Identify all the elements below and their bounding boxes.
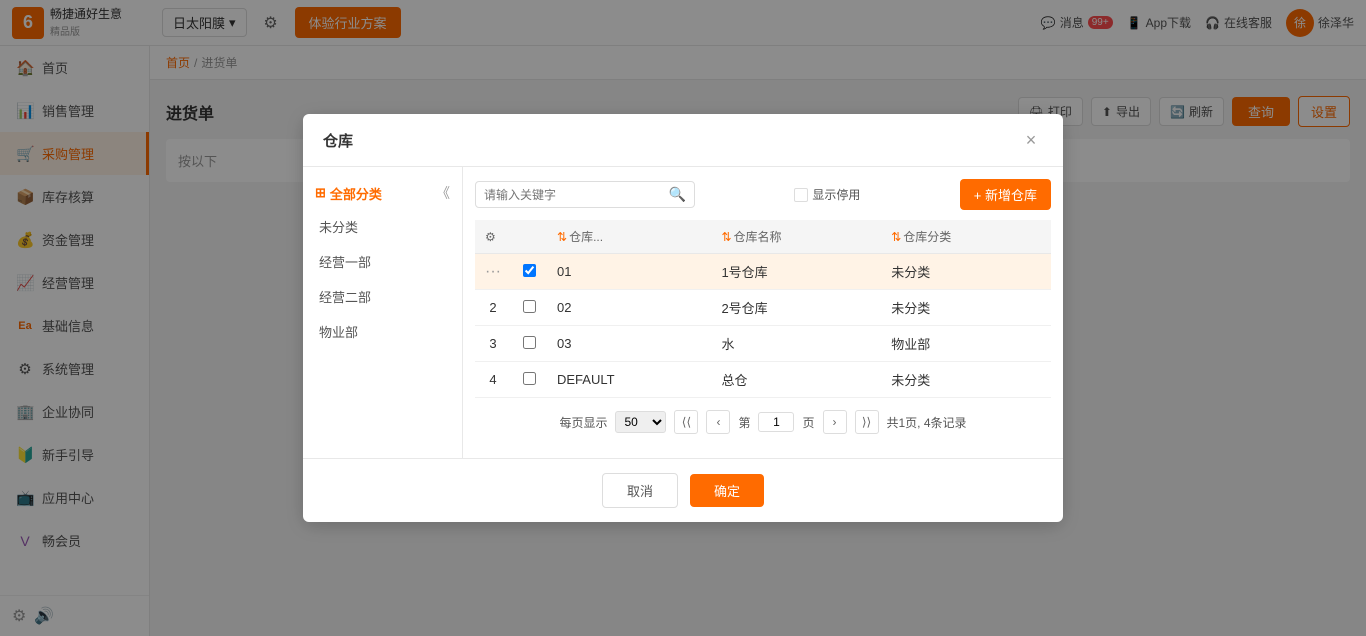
search-box: 🔍 <box>475 181 695 208</box>
category-operation2[interactable]: 经营二部 <box>303 279 462 314</box>
category-all-label: 全部分类 <box>330 184 382 203</box>
row-category: 物业部 <box>881 326 1051 362</box>
first-page-button[interactable]: ⟨⟨ <box>674 410 698 434</box>
row-category: 未分类 <box>881 362 1051 398</box>
category-panel: ⊞ 全部分类 《 未分类 经营一部 经营二部 物业部 <box>303 167 463 458</box>
collapse-button[interactable]: 《 <box>436 183 450 203</box>
row-name: 水 <box>711 326 881 362</box>
search-input[interactable] <box>484 188 669 202</box>
sort-code-icon: ⇅ <box>557 230 567 244</box>
next-page-button[interactable]: › <box>823 410 847 434</box>
table-row[interactable]: 3 03 水 物业部 <box>475 326 1051 362</box>
more-button[interactable]: ··· <box>485 263 501 281</box>
search-icon: 🔍 <box>669 186 686 203</box>
row-checkbox-cell <box>511 326 547 362</box>
row-checkbox[interactable] <box>523 372 536 385</box>
row-code: 02 <box>547 290 711 326</box>
page-suffix: 页 <box>802 414 814 431</box>
prev-page-button[interactable]: ‹ <box>706 410 730 434</box>
warehouse-modal: 仓库 × ⊞ 全部分类 《 未分类 经营一部 经营二部 物业部 <box>303 114 1063 522</box>
table-row[interactable]: 2 02 2号仓库 未分类 <box>475 290 1051 326</box>
category-unclassified[interactable]: 未分类 <box>303 209 462 244</box>
th-settings: ⚙ <box>475 220 511 254</box>
sort-category-icon: ⇅ <box>891 230 901 244</box>
pagination: 每页显示 50 100 ⟨⟨ ‹ 第 页 › ⟩⟩ 共1页, 4条记录 <box>475 398 1051 446</box>
th-name: ⇅仓库名称 <box>711 220 881 254</box>
row-num: 2 <box>475 290 511 326</box>
row-checkbox[interactable] <box>523 336 536 349</box>
table-toolbar: 🔍 显示停用 + 新增仓库 <box>475 179 1051 210</box>
show-disabled-text: 显示停用 <box>812 186 860 203</box>
row-code: 03 <box>547 326 711 362</box>
add-warehouse-button[interactable]: + 新增仓库 <box>960 179 1051 210</box>
modal-header: 仓库 × <box>303 114 1063 167</box>
row-code: 01 <box>547 254 711 290</box>
modal-close-button[interactable]: × <box>1019 128 1043 152</box>
confirm-button[interactable]: 确定 <box>690 474 764 507</box>
page-size-label: 每页显示 <box>559 414 607 431</box>
row-name: 总仓 <box>711 362 881 398</box>
row-num: 3 <box>475 326 511 362</box>
grid-icon: ⊞ <box>315 185 326 201</box>
category-all[interactable]: ⊞ 全部分类 《 <box>303 177 462 209</box>
row-checkbox[interactable] <box>523 264 536 277</box>
total-label: 共1页, 4条记录 <box>887 414 967 431</box>
row-category: 未分类 <box>881 254 1051 290</box>
settings-gear-icon: ⚙ <box>485 230 496 244</box>
modal-overlay: 仓库 × ⊞ 全部分类 《 未分类 经营一部 经营二部 物业部 <box>0 0 1366 636</box>
page-number-input[interactable] <box>758 412 794 432</box>
modal-body: ⊞ 全部分类 《 未分类 经营一部 经营二部 物业部 🔍 <box>303 167 1063 458</box>
th-checkbox <box>511 220 547 254</box>
table-panel: 🔍 显示停用 + 新增仓库 ⚙ <box>463 167 1063 458</box>
row-name: 1号仓库 <box>711 254 881 290</box>
row-code: DEFAULT <box>547 362 711 398</box>
th-code: ⇅仓库... <box>547 220 711 254</box>
warehouse-table: ⚙ ⇅仓库... ⇅仓库名称 ⇅仓库分类 <box>475 220 1051 398</box>
modal-footer: 取消 确定 <box>303 458 1063 522</box>
row-num: ··· <box>475 254 511 290</box>
row-checkbox-cell <box>511 362 547 398</box>
cancel-button[interactable]: 取消 <box>602 473 678 508</box>
category-property[interactable]: 物业部 <box>303 314 462 349</box>
last-page-button[interactable]: ⟩⟩ <box>855 410 879 434</box>
th-category: ⇅仓库分类 <box>881 220 1051 254</box>
row-checkbox[interactable] <box>523 300 536 313</box>
modal-title: 仓库 <box>323 130 353 151</box>
table-row[interactable]: ··· 01 1号仓库 未分类 <box>475 254 1051 290</box>
page-label: 第 <box>738 414 750 431</box>
row-checkbox-cell <box>511 290 547 326</box>
show-disabled-label[interactable]: 显示停用 <box>794 186 860 203</box>
row-category: 未分类 <box>881 290 1051 326</box>
row-checkbox-cell <box>511 254 547 290</box>
row-name: 2号仓库 <box>711 290 881 326</box>
page-size-select[interactable]: 50 100 <box>615 411 666 433</box>
category-operation1[interactable]: 经营一部 <box>303 244 462 279</box>
checkbox-custom <box>794 188 808 202</box>
sort-name-icon: ⇅ <box>721 230 731 244</box>
row-num: 4 <box>475 362 511 398</box>
table-container: ⚙ ⇅仓库... ⇅仓库名称 ⇅仓库分类 <box>475 220 1051 398</box>
table-row[interactable]: 4 DEFAULT 总仓 未分类 <box>475 362 1051 398</box>
